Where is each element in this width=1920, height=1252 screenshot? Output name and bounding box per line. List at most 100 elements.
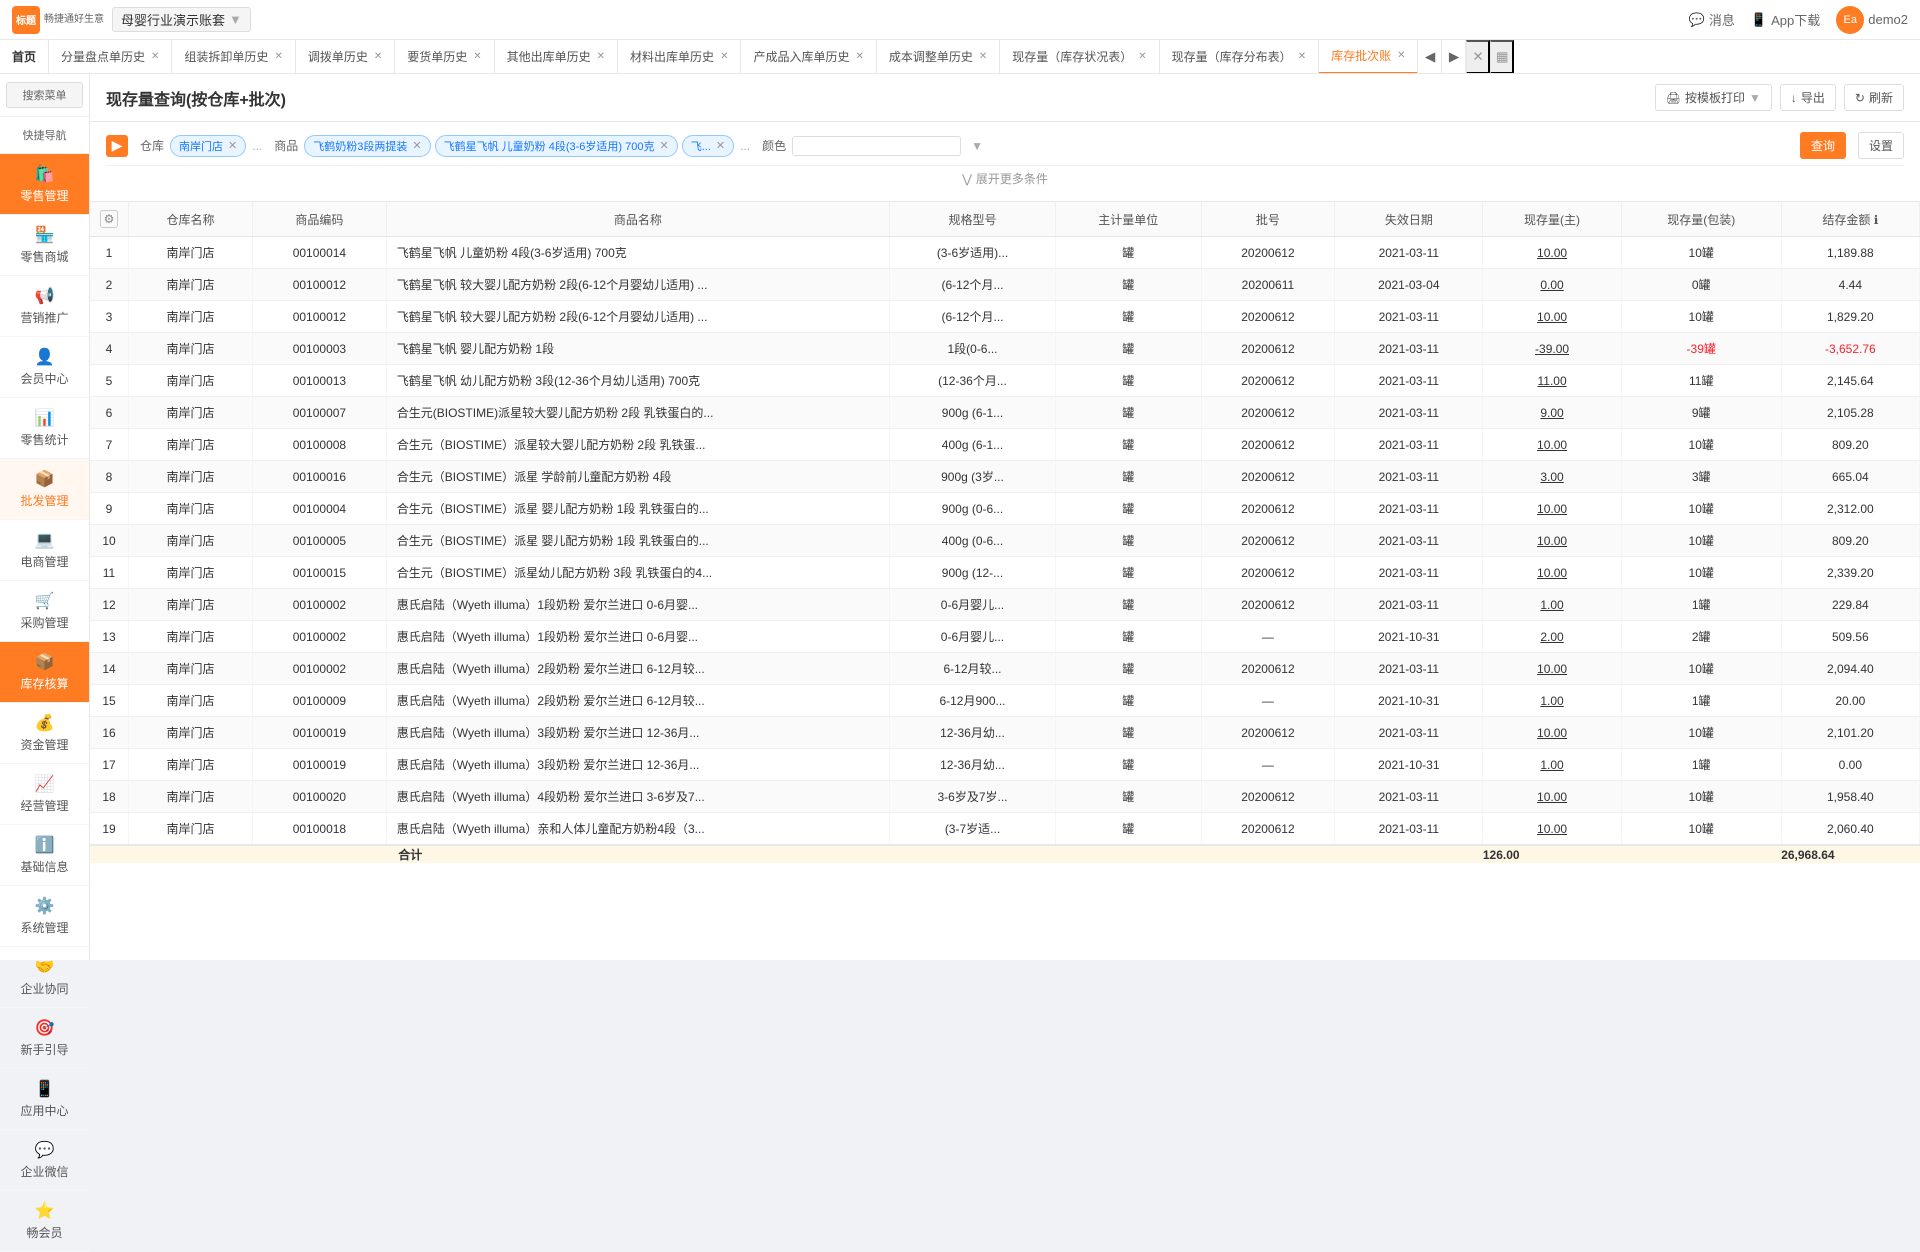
- sidebar-item-retail-mgmt[interactable]: 🛍️ 零售管理: [0, 154, 89, 215]
- tab-close-icon[interactable]: ✕: [855, 51, 863, 62]
- tab-kucun[interactable]: 库存批次账✕: [1319, 40, 1418, 74]
- cell-qty-main[interactable]: 2.00: [1483, 621, 1621, 653]
- filter-product: 商品 飞鹤奶粉3段两提装 ✕ 飞鹤星飞帆 儿童奶粉 4段(3-6岁适用) 700…: [274, 135, 750, 157]
- sidebar-item-purchase[interactable]: 🛒 采购管理: [0, 581, 89, 642]
- sidebar-quicknav-btn[interactable]: 快捷导航: [0, 123, 89, 147]
- breadcrumb-select[interactable]: 母婴行业演示账套 ▼: [112, 7, 251, 32]
- cell-expire: 2021-03-11: [1335, 301, 1483, 333]
- cell-unit: 罐: [1055, 749, 1201, 781]
- cell-qty-main[interactable]: 3.00: [1483, 461, 1621, 493]
- color-input[interactable]: [792, 136, 961, 156]
- product-tag-3[interactable]: 飞... ✕: [682, 135, 734, 157]
- tab-close-icon[interactable]: ✕: [979, 51, 987, 62]
- tab-close-icon[interactable]: ✕: [597, 51, 605, 62]
- data-table: ⚙ 仓库名称 商品编码 商品名称 规格型号 主计量单位 批号 失效日期 现存量(…: [90, 202, 1920, 863]
- expand-more-btn[interactable]: ⋁ 展开更多条件: [106, 165, 1904, 191]
- cell-no: 7: [90, 429, 129, 461]
- sidebar-search-btn[interactable]: 搜索菜单: [6, 82, 83, 108]
- cell-qty-main[interactable]: 10.00: [1483, 813, 1621, 846]
- sidebar-item-batch-mgmt[interactable]: 📦 批发管理: [0, 459, 89, 520]
- tab-close-icon[interactable]: ✕: [1138, 51, 1146, 62]
- sidebar-item-stock[interactable]: 📦 库存核算: [0, 642, 89, 703]
- sidebar-item-ecommerce[interactable]: 💻 电商管理: [0, 520, 89, 581]
- cell-qty-main[interactable]: 0.00: [1483, 269, 1621, 301]
- cell-qty-main[interactable]: 1.00: [1483, 685, 1621, 717]
- cell-name: 惠氏启陆（Wyeth illuma）2段奶粉 爱尔兰进口 6-12月较...: [386, 685, 889, 717]
- cell-qty-main[interactable]: 9.00: [1483, 397, 1621, 429]
- cell-qty-main[interactable]: 10.00: [1483, 557, 1621, 589]
- sidebar-item-system[interactable]: ⚙️ 系统管理: [0, 886, 89, 947]
- product-tag-2[interactable]: 飞鹤星飞帆 儿童奶粉 4段(3-6岁适用) 700克 ✕: [435, 135, 678, 157]
- tab-yaohuo[interactable]: 要货单历史✕: [395, 40, 494, 74]
- cell-qty-main[interactable]: 10.00: [1483, 525, 1621, 557]
- tab-close-icon[interactable]: ✕: [374, 51, 382, 62]
- sidebar-item-member[interactable]: 👤 会员中心: [0, 337, 89, 398]
- product-tag-1-close-icon[interactable]: ✕: [412, 139, 421, 152]
- nav-close-all-btn[interactable]: ✕: [1466, 40, 1490, 74]
- cell-qty-main[interactable]: 10.00: [1483, 493, 1621, 525]
- tab-xianzai1[interactable]: 现存量（库存状况表）✕: [1000, 40, 1159, 74]
- sidebar-item-finance[interactable]: 💰 资金管理: [0, 703, 89, 764]
- sidebar-item-vip[interactable]: ⭐ 畅会员: [0, 1191, 89, 1252]
- settings-btn[interactable]: 设置: [1858, 132, 1904, 159]
- sidebar-item-newguide[interactable]: 🎯 新手引导: [0, 1008, 89, 1069]
- sidebar-item-marketing[interactable]: 📢 营销推广: [0, 276, 89, 337]
- cell-qty-main[interactable]: -39.00: [1483, 333, 1621, 365]
- cell-batch: —: [1201, 621, 1335, 653]
- refresh-btn[interactable]: ↻ 刷新: [1844, 84, 1904, 111]
- tab-qita[interactable]: 其他出库单历史✕: [495, 40, 618, 74]
- cell-qty-main[interactable]: 1.00: [1483, 589, 1621, 621]
- filter-expand-arrow[interactable]: ▶: [106, 135, 128, 157]
- tab-zuchai[interactable]: 组装拆卸单历史✕: [172, 40, 295, 74]
- cell-qty-main[interactable]: 11.00: [1483, 365, 1621, 397]
- tab-tiaobo[interactable]: 调拨单历史✕: [296, 40, 395, 74]
- product-tag-1[interactable]: 飞鹤奶粉3段两提装 ✕: [304, 135, 430, 157]
- nav-menu-btn[interactable]: ▦: [1490, 40, 1514, 74]
- color-dropdown-icon[interactable]: ▼: [971, 139, 983, 153]
- nav-prev-btn[interactable]: ◀: [1418, 40, 1442, 74]
- cell-warehouse: 南岸门店: [129, 749, 253, 781]
- tab-close-icon[interactable]: ✕: [720, 51, 728, 62]
- tab-close-icon[interactable]: ✕: [151, 51, 159, 62]
- retail-shop-icon: 🏪: [35, 225, 55, 245]
- sidebar-item-basic[interactable]: ℹ️ 基础信息: [0, 825, 89, 886]
- cell-qty-main[interactable]: 10.00: [1483, 301, 1621, 333]
- cell-qty-main[interactable]: 10.00: [1483, 717, 1621, 749]
- product-tag-3-close-icon[interactable]: ✕: [716, 139, 725, 152]
- tab-close-icon[interactable]: ✕: [1298, 51, 1306, 62]
- tab-home[interactable]: 首页: [0, 40, 49, 74]
- tab-close-icon[interactable]: ✕: [274, 51, 282, 62]
- sidebar-item-retail-shop[interactable]: 🏪 零售商城: [0, 215, 89, 276]
- sidebar-item-company[interactable]: 🤝 企业协同: [0, 947, 89, 1008]
- warehouse-tag[interactable]: 南岸门店 ✕: [170, 135, 246, 157]
- export-btn[interactable]: ↓ 导出: [1780, 84, 1836, 111]
- tab-chanliao[interactable]: 产成品入库单历史✕: [741, 40, 876, 74]
- app-download-btn[interactable]: 📱 App下载: [1751, 10, 1820, 29]
- cell-qty-main[interactable]: 1.00: [1483, 749, 1621, 781]
- cell-qty-main[interactable]: 10.00: [1483, 781, 1621, 813]
- cell-qty-main[interactable]: 10.00: [1483, 653, 1621, 685]
- query-btn[interactable]: 查询: [1800, 132, 1846, 159]
- sidebar-item-retail-stat[interactable]: 📊 零售统计: [0, 398, 89, 459]
- sidebar-item-operation[interactable]: 📈 经营管理: [0, 764, 89, 825]
- template-print-btn[interactable]: 🖨 按模板打印 ▼: [1655, 84, 1772, 111]
- sidebar-item-wechat[interactable]: 💬 企业微信: [0, 1130, 89, 1191]
- top-bar-left: 标题 畅捷通好生意 母婴行业演示账套 ▼: [12, 6, 251, 34]
- tab-chengben[interactable]: 成本调整单历史✕: [877, 40, 1000, 74]
- tab-fenku[interactable]: 分量盘点单历史✕: [49, 40, 172, 74]
- sidebar-item-appcenter[interactable]: 📱 应用中心: [0, 1069, 89, 1130]
- message-btn[interactable]: 💬 消息: [1689, 10, 1735, 29]
- nav-next-btn[interactable]: ▶: [1442, 40, 1466, 74]
- cell-batch: 20200612: [1201, 717, 1335, 749]
- user-area[interactable]: Ea demo2: [1836, 6, 1908, 34]
- product-tag-2-close-icon[interactable]: ✕: [659, 139, 668, 152]
- col-settings-icon[interactable]: ⚙: [100, 210, 118, 228]
- tab-close-icon[interactable]: ✕: [473, 51, 481, 62]
- warehouse-tag-close-icon[interactable]: ✕: [228, 139, 237, 152]
- content-area: 现存量查询(按仓库+批次) 🖨 按模板打印 ▼ ↓ 导出 ↻ 刷新: [90, 74, 1920, 960]
- cell-qty-main[interactable]: 10.00: [1483, 237, 1621, 269]
- tab-close-icon[interactable]: ✕: [1397, 50, 1405, 61]
- tab-xianzai2[interactable]: 现存量（库存分布表）✕: [1160, 40, 1319, 74]
- cell-qty-main[interactable]: 10.00: [1483, 429, 1621, 461]
- tab-cailiao[interactable]: 材料出库单历史✕: [618, 40, 741, 74]
